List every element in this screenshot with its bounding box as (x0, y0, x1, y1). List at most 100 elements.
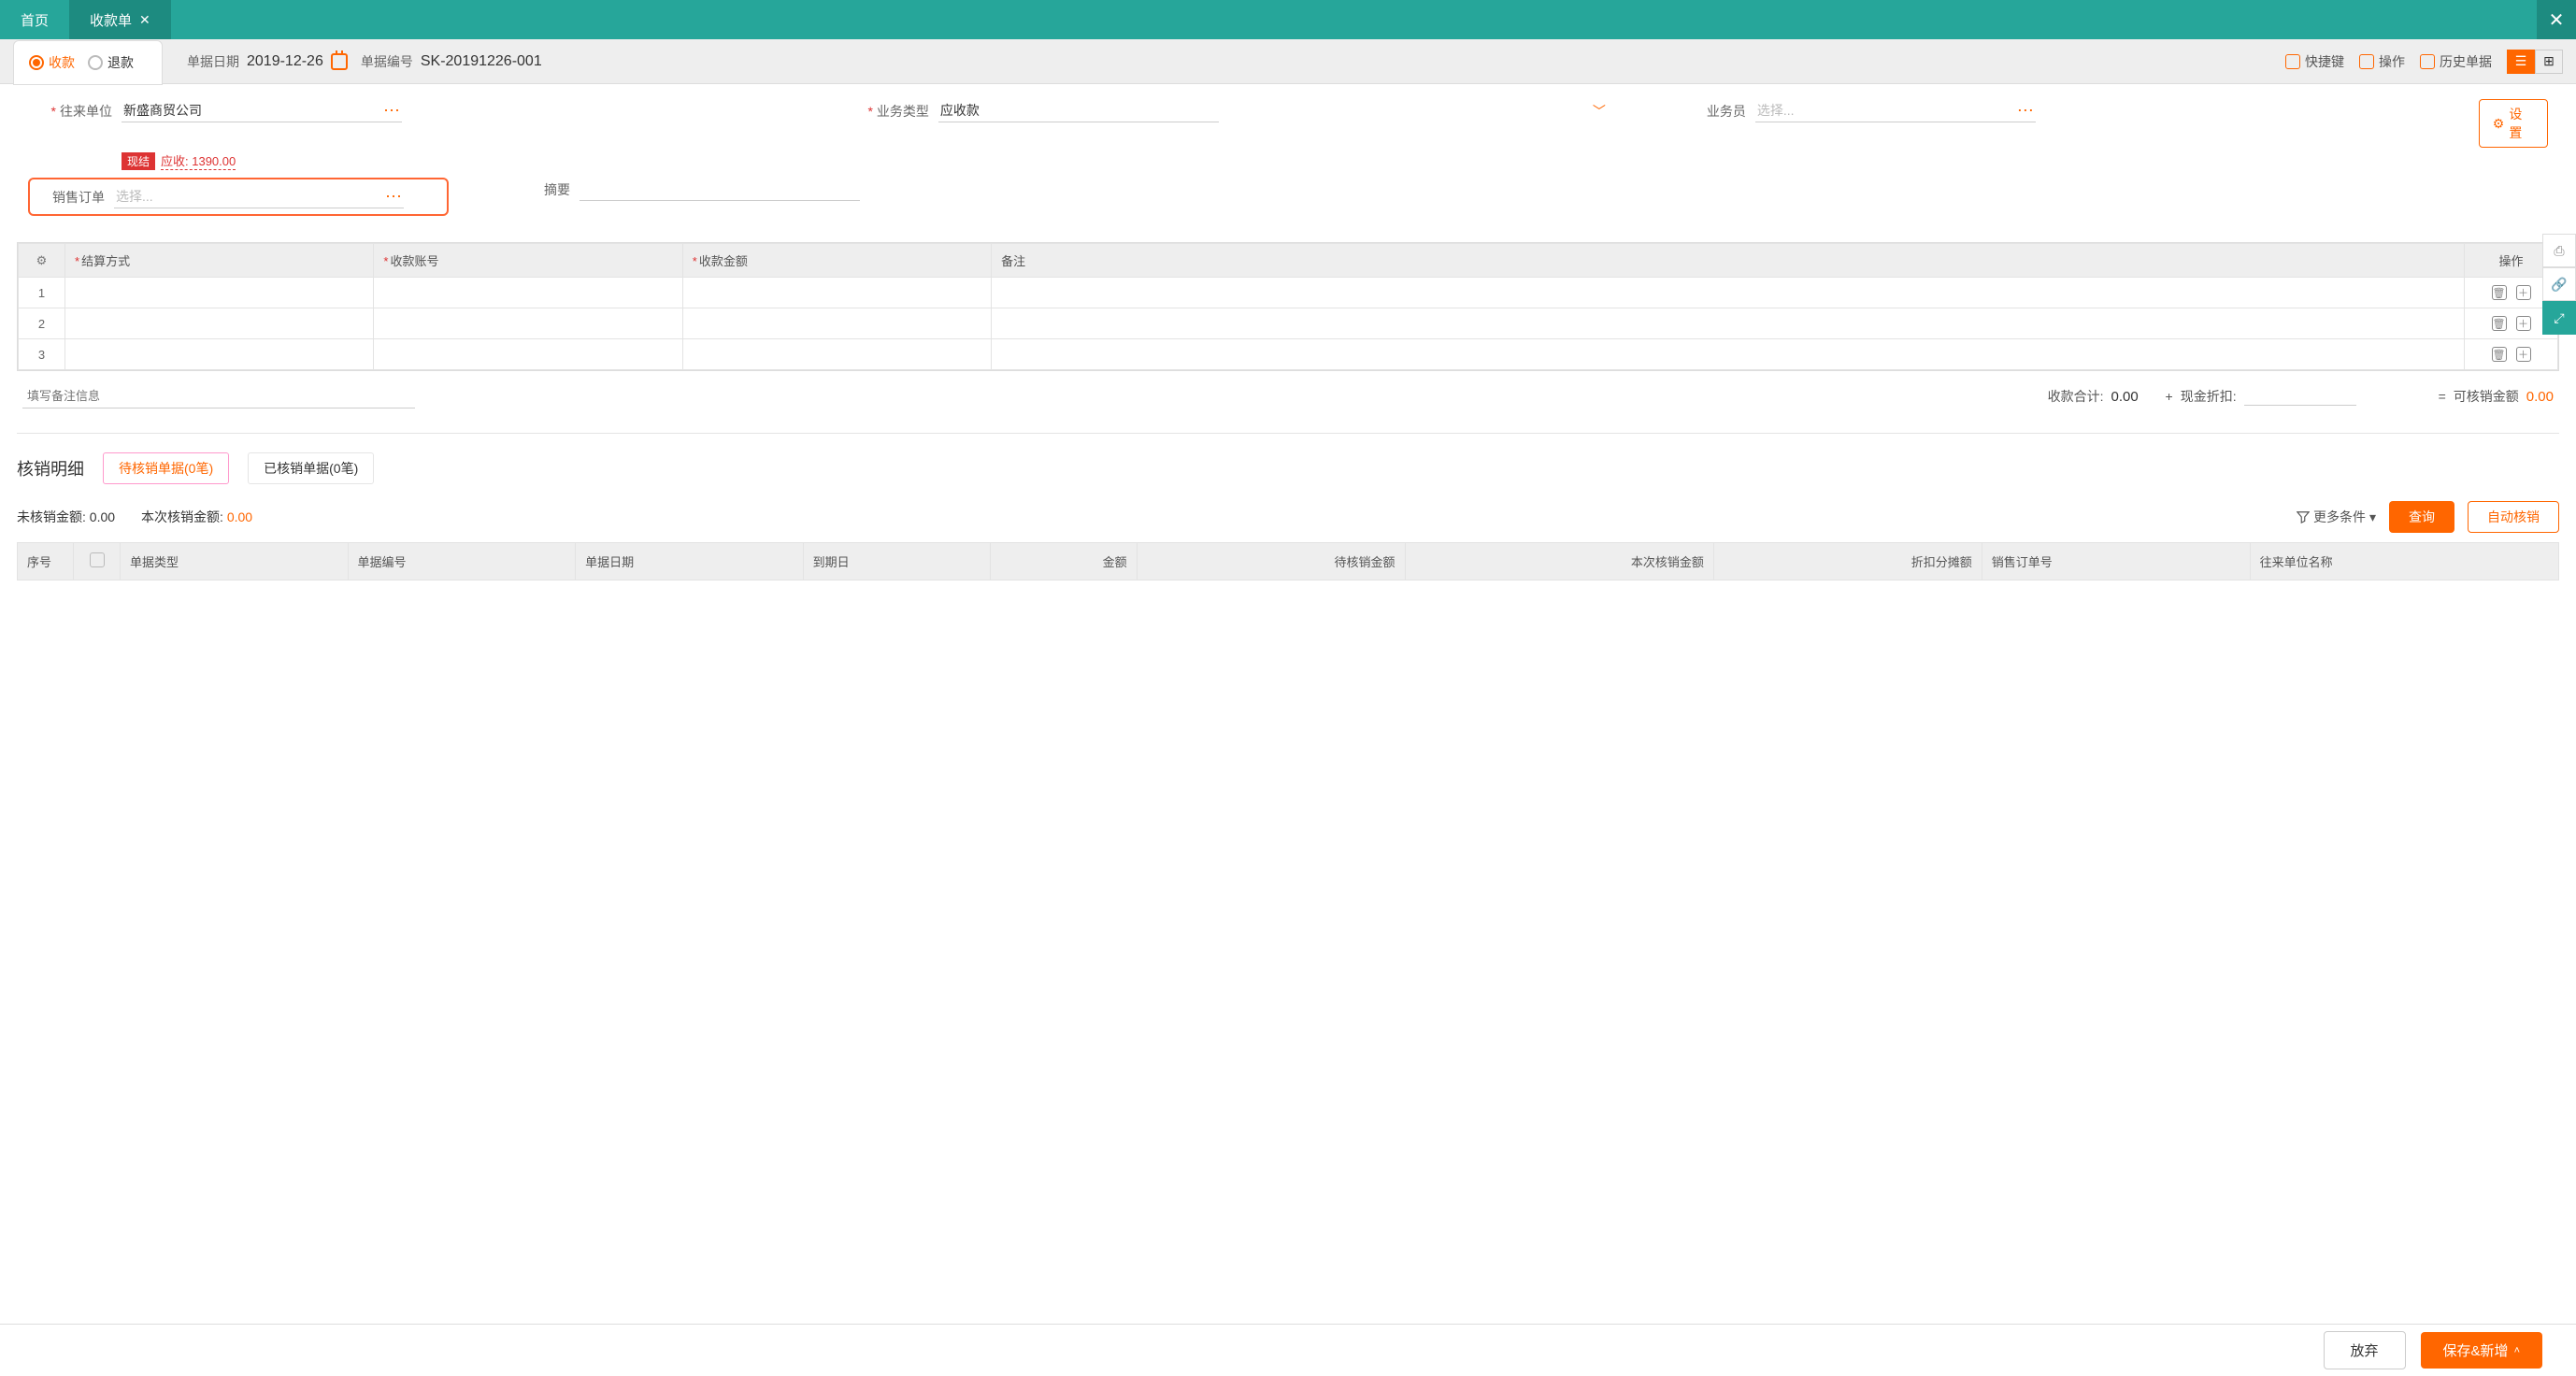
summary-input[interactable] (580, 178, 860, 201)
view-list-button[interactable]: ☰ (2507, 50, 2535, 74)
docno-value: SK-20191226-001 (421, 53, 542, 70)
dock-print-button[interactable]: ⎙ (2542, 234, 2576, 267)
history-button[interactable]: 历史单据 (2420, 52, 2492, 71)
auto-writeoff-button[interactable]: 自动核销 (2468, 501, 2559, 533)
table-row[interactable]: 1 🗑＋ (19, 278, 2558, 308)
add-row-icon[interactable]: ＋ (2516, 285, 2531, 300)
date-value[interactable]: 2019-12-26 (247, 53, 323, 70)
printer-icon: ⎙ (2554, 243, 2564, 259)
writeoff-table: 序号 单据类型 单据编号 单据日期 到期日 金额 待核销金额 本次核销金额 折扣… (17, 542, 2559, 580)
chevron-up-icon: ˄ (2514, 1345, 2520, 1356)
discard-button[interactable]: 放弃 (2324, 1331, 2406, 1369)
party-input[interactable] (122, 99, 402, 122)
col-discount-alloc: 折扣分摊额 (1713, 543, 1982, 580)
close-icon[interactable]: ✕ (139, 12, 150, 28)
col-method: 结算方式 (65, 244, 374, 278)
receipt-refund-radio-group: 收款 退款 (13, 40, 163, 85)
more-conditions-button[interactable]: 更多条件 ▾ (2297, 508, 2376, 526)
writeoff-section: 核销明细 待核销单据(0笔) 已核销单据(0笔) 未核销金额: 0.00 本次核… (17, 433, 2559, 767)
calendar-icon[interactable] (331, 53, 348, 70)
salesorder-input[interactable] (114, 185, 404, 208)
chevron-down-icon[interactable]: ﹀ (1593, 102, 1606, 121)
col-remark: 备注 (992, 244, 2465, 278)
settings-button[interactable]: ⚙设置 (2479, 99, 2548, 148)
gear-icon: ⚙ (35, 253, 50, 268)
operate-button[interactable]: 操作 (2359, 52, 2405, 71)
dock-expand-button[interactable]: ⤢ (2542, 301, 2576, 335)
writeoffable-label: 可核销金额 (2454, 387, 2519, 406)
radio-refund[interactable]: 退款 (88, 53, 134, 72)
col-pending: 待核销金额 (1137, 543, 1405, 580)
header-bar: 收款 退款 单据日期 2019-12-26 单据编号 SK-20191226-0… (0, 39, 2576, 84)
col-type: 单据类型 (121, 543, 349, 580)
filter-icon (2297, 510, 2310, 523)
unwritten-label: 未核销金额: 0.00 (17, 508, 115, 526)
tab-home[interactable]: 首页 (0, 0, 69, 39)
col-checkbox[interactable] (74, 543, 121, 580)
radio-receipt[interactable]: 收款 (29, 53, 75, 72)
total-value: 0.00 (2111, 389, 2158, 405)
col-order-no: 销售订单号 (1982, 543, 2250, 580)
expand-icon: ⤢ (2554, 310, 2564, 326)
col-no: 单据编号 (348, 543, 576, 580)
col-party-name: 往来单位名称 (2250, 543, 2558, 580)
add-row-icon[interactable]: ＋ (2516, 347, 2531, 362)
salesperson-lookup-icon[interactable]: ⋯ (2017, 101, 2036, 121)
form-area: 往来单位 ⋯ 业务类型 ﹀ 业务员 ⋯ ⚙设置 现结 应收: 139 (0, 84, 2576, 235)
thistime-label: 本次核销金额: 0.00 (141, 508, 252, 526)
top-tab-bar: 首页 收款单✕ ✕ (0, 0, 2576, 39)
party-status-row: 现结 应收: 1390.00 (122, 151, 236, 170)
date-label: 单据日期 (187, 52, 239, 71)
dock-link-button[interactable]: 🔗 (2542, 267, 2576, 301)
app-close-button[interactable]: ✕ (2537, 0, 2576, 39)
shortcut-button[interactable]: 快捷键 (2285, 52, 2344, 71)
gear-icon: ⚙ (2493, 116, 2505, 132)
tab-done-writeoff[interactable]: 已核销单据(0笔) (248, 452, 374, 484)
history-icon (2420, 54, 2435, 69)
delete-row-icon[interactable]: 🗑 (2492, 347, 2507, 362)
view-toggle: ☰ ⊞ (2507, 50, 2563, 74)
add-row-icon[interactable]: ＋ (2516, 316, 2531, 331)
settle-badge: 现结 (122, 152, 155, 170)
footer-bar: 放弃 保存&新增˄ (0, 1324, 2576, 1376)
discount-label: 现金折扣: (2181, 387, 2237, 406)
salesperson-input[interactable] (1755, 99, 2036, 122)
delete-row-icon[interactable]: 🗑 (2492, 316, 2507, 331)
link-icon: 🔗 (2551, 277, 2567, 293)
view-grid-button[interactable]: ⊞ (2535, 50, 2563, 74)
delete-row-icon[interactable]: 🗑 (2492, 285, 2507, 300)
salesorder-highlight: 销售订单 ⋯ (28, 178, 449, 216)
notes-input[interactable] (22, 384, 415, 408)
biztype-label: 业务类型 (845, 102, 929, 121)
save-and-new-button[interactable]: 保存&新增˄ (2421, 1332, 2542, 1369)
query-button[interactable]: 查询 (2389, 501, 2454, 533)
writeoff-table-body (17, 580, 2559, 767)
total-label: 收款合计: (2048, 387, 2104, 406)
summary-label: 摘要 (486, 180, 570, 199)
summary-bar: 收款合计: 0.00 + 现金折扣: = 可核销金额 0.00 (0, 371, 2576, 422)
docno-label: 单据编号 (361, 52, 413, 71)
receivable-amount[interactable]: 应收: 1390.00 (161, 151, 236, 170)
tab-pending-writeoff[interactable]: 待核销单据(0笔) (103, 452, 229, 484)
tab-receipt[interactable]: 收款单✕ (69, 0, 171, 39)
table-settings-header[interactable]: ⚙ (19, 244, 65, 278)
col-amount: 金额 (990, 543, 1137, 580)
col-seq: 序号 (18, 543, 74, 580)
grid-icon (2359, 54, 2374, 69)
writeoff-title: 核销明细 (17, 456, 84, 480)
right-dock: ⎙ 🔗 ⤢ (2542, 234, 2576, 335)
col-date: 单据日期 (576, 543, 804, 580)
table-row[interactable]: 3 🗑＋ (19, 339, 2558, 370)
chevron-down-icon: ▾ (2369, 509, 2376, 525)
salesorder-lookup-icon[interactable]: ⋯ (385, 187, 404, 207)
keyboard-icon (2285, 54, 2300, 69)
col-due: 到期日 (803, 543, 990, 580)
checkbox-icon (90, 552, 105, 567)
salesorder-label: 销售订单 (39, 188, 105, 207)
col-account: 收款账号 (374, 244, 682, 278)
col-thistime: 本次核销金额 (1405, 543, 1713, 580)
party-lookup-icon[interactable]: ⋯ (383, 101, 402, 121)
table-row[interactable]: 2 🗑＋ (19, 308, 2558, 339)
discount-input[interactable] (2244, 387, 2356, 406)
biztype-select[interactable] (938, 99, 1219, 122)
